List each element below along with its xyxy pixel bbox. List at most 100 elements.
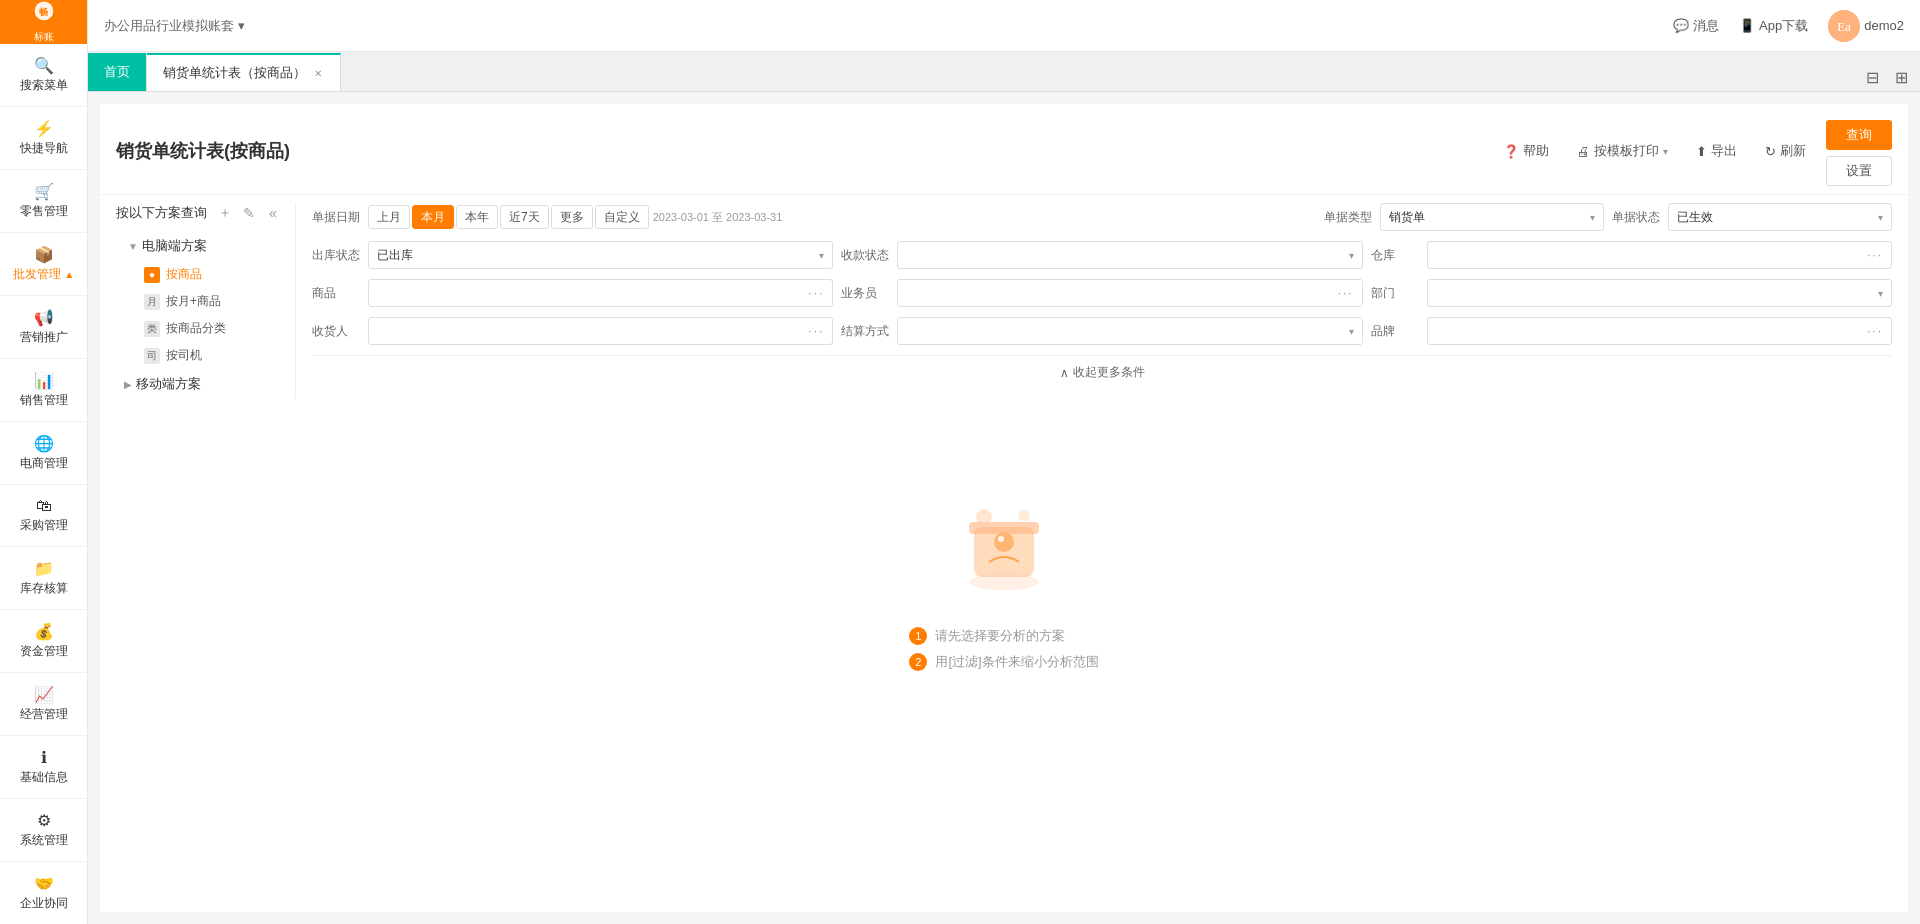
department-select[interactable]: ▾	[1427, 279, 1892, 307]
filter-field-date: 单据日期 上月 本月 本年 近7天 更多 自定义	[312, 205, 1316, 229]
tab-minimize-btn[interactable]: ⊟	[1862, 64, 1883, 91]
scheme-by-category[interactable]: 类 按商品分类	[120, 315, 283, 342]
user-profile[interactable]: Ea demo2	[1828, 10, 1904, 42]
empty-state: 1 请先选择要分析的方案 2 用[过滤]条件来缩小分析范围	[100, 407, 1908, 751]
sidebar-item-system[interactable]: ⚙ 系统管理	[0, 799, 87, 862]
date-btn-custom[interactable]: 自定义	[595, 205, 649, 229]
desktop-scheme-group: ▼ 电脑端方案 ● 按商品 月 按月+商品 类	[116, 231, 283, 369]
filter-field-payment: 结算方式 ▾	[841, 317, 1362, 345]
by-product-icon: ●	[144, 267, 160, 283]
print-btn[interactable]: 🖨 按模板打印 ▾	[1569, 138, 1676, 164]
tab-maximize-btn[interactable]: ⊞	[1891, 64, 1912, 91]
sidebar-item-purchase[interactable]: 🛍 采购管理	[0, 485, 87, 547]
help-btn[interactable]: ❓ 帮助	[1495, 138, 1557, 164]
sidebar-item-operations[interactable]: 📈 经营管理	[0, 673, 87, 736]
svg-text:Ea: Ea	[1837, 19, 1851, 34]
empty-tip-2: 2 用[过滤]条件来缩小分析范围	[909, 653, 1098, 671]
sidebar-item-basic[interactable]: ℹ 基础信息	[0, 736, 87, 799]
filter-field-doc-status: 单据状态 已生效 ▾	[1612, 203, 1892, 231]
payment-select[interactable]: ▾	[897, 317, 1362, 345]
receipt-status-select[interactable]: ▾	[897, 241, 1362, 269]
filter-field-department: 部门 ▾	[1371, 279, 1892, 307]
sidebar-item-inventory[interactable]: 📁 库存核算	[0, 547, 87, 610]
sidebar-label-purchase: 采购管理	[20, 518, 68, 532]
product-select[interactable]: ···	[368, 279, 833, 307]
top-header: 办公用品行业模拟账套 ▾ 💬 消息 📱 App下载 Ea demo	[88, 0, 1920, 52]
consignee-select[interactable]: ···	[368, 317, 833, 345]
scheme-by-month-product-label: 按月+商品	[166, 293, 221, 310]
svg-text:畅: 畅	[39, 7, 48, 17]
sales-icon: 📊	[4, 371, 83, 390]
sidebar-item-marketing[interactable]: 📢 营销推广	[0, 296, 87, 359]
doc-status-label: 单据状态	[1612, 209, 1668, 226]
message-btn[interactable]: 💬 消息	[1673, 17, 1719, 35]
date-btn-7days[interactable]: 近7天	[500, 205, 549, 229]
consignee-dots: ···	[808, 324, 824, 338]
sidebar-label-wholesale: 批发管理	[13, 267, 61, 281]
warehouse-select[interactable]: ···	[1427, 241, 1892, 269]
date-btn-this-month[interactable]: 本月	[412, 205, 454, 229]
doc-type-select[interactable]: 销货单 ▾	[1380, 203, 1604, 231]
corp-icon: 🤝	[4, 874, 83, 893]
desktop-scheme-title[interactable]: ▼ 电脑端方案	[120, 231, 283, 261]
collapse-sidebar-btn[interactable]: «	[263, 203, 283, 223]
date-btn-last-month[interactable]: 上月	[368, 205, 410, 229]
sidebar-label-finance: 资金管理	[20, 644, 68, 658]
tab-close-icon[interactable]: ✕	[312, 66, 324, 81]
department-chevron: ▾	[1878, 288, 1883, 299]
by-cashier-icon: 司	[144, 348, 160, 364]
date-btn-more[interactable]: 更多	[551, 205, 593, 229]
help-icon: ❓	[1503, 144, 1519, 159]
doc-type-control: 销货单 ▾	[1380, 203, 1604, 231]
scheme-by-month-product[interactable]: 月 按月+商品	[120, 288, 283, 315]
query-button[interactable]: 查询	[1826, 120, 1892, 150]
sidebar-item-quick-nav[interactable]: ⚡ 快捷导航	[0, 107, 87, 170]
sidebar-label-inventory: 库存核算	[20, 581, 68, 595]
doc-status-select[interactable]: 已生效 ▾	[1668, 203, 1892, 231]
sidebar-item-sales[interactable]: 📊 销售管理	[0, 359, 87, 422]
refresh-btn[interactable]: ↻ 刷新	[1757, 138, 1814, 164]
add-scheme-btn[interactable]: ＋	[215, 203, 235, 223]
date-btn-this-year[interactable]: 本年	[456, 205, 498, 229]
help-label: 帮助	[1523, 142, 1549, 160]
out-status-select[interactable]: 已出库 ▾	[368, 241, 833, 269]
sidebar-item-search[interactable]: 🔍 搜索菜单	[0, 44, 87, 107]
filter-row-3: 商品 ··· 业务员	[312, 279, 1892, 307]
header-right: 💬 消息 📱 App下载 Ea demo2	[1673, 10, 1904, 42]
collapse-filters-btn[interactable]: ∧ 收起更多条件	[312, 355, 1892, 389]
desktop-scheme-label: 电脑端方案	[142, 237, 207, 255]
mobile-scheme[interactable]: ▶ 移动端方案	[116, 369, 283, 399]
wholesale-icon: 📦	[4, 245, 83, 264]
by-category-icon: 类	[144, 321, 160, 337]
scheme-by-cashier[interactable]: 司 按司机	[120, 342, 283, 369]
export-label: 导出	[1711, 142, 1737, 160]
industry-selector[interactable]: 办公用品行业模拟账套 ▾	[104, 17, 245, 35]
app-logo[interactable]: 畅 标账	[0, 0, 87, 44]
sidebar-item-ecom[interactable]: 🌐 电商管理	[0, 422, 87, 485]
sidebar-item-wholesale[interactable]: 📦 批发管理 ▲	[0, 233, 87, 296]
staff-dots: ···	[1338, 286, 1354, 300]
edit-scheme-btn[interactable]: ✎	[239, 203, 259, 223]
svg-rect-9	[969, 522, 1039, 534]
doc-type-chevron: ▾	[1590, 212, 1595, 223]
tip-text-1: 请先选择要分析的方案	[935, 627, 1065, 645]
tip-text-2: 用[过滤]条件来缩小分析范围	[935, 653, 1098, 671]
tab-sales-stats[interactable]: 销货单统计表（按商品） ✕	[147, 53, 341, 91]
tip-num-1: 1	[909, 627, 927, 645]
settings-button[interactable]: 设置	[1826, 156, 1892, 186]
export-btn[interactable]: ⬆ 导出	[1688, 138, 1745, 164]
staff-select[interactable]: ···	[897, 279, 1362, 307]
message-label: 消息	[1693, 17, 1719, 35]
date-buttons: 上月 本月 本年 近7天 更多 自定义	[368, 205, 649, 229]
sidebar-item-corp[interactable]: 🤝 企业协同	[0, 862, 87, 924]
scheme-by-product[interactable]: ● 按商品	[120, 261, 283, 288]
tab-home[interactable]: 首页	[88, 53, 147, 91]
sidebar-item-retail[interactable]: 🛒 零售管理	[0, 170, 87, 233]
sidebar-item-finance[interactable]: 💰 资金管理	[0, 610, 87, 673]
sidebar-label-search: 搜索菜单	[20, 78, 68, 92]
svg-point-11	[1018, 509, 1030, 521]
edit-icon: ✎	[243, 205, 255, 221]
app-download-btn[interactable]: 📱 App下载	[1739, 17, 1808, 35]
date-label: 单据日期	[312, 209, 368, 226]
brand-select[interactable]: ···	[1427, 317, 1892, 345]
